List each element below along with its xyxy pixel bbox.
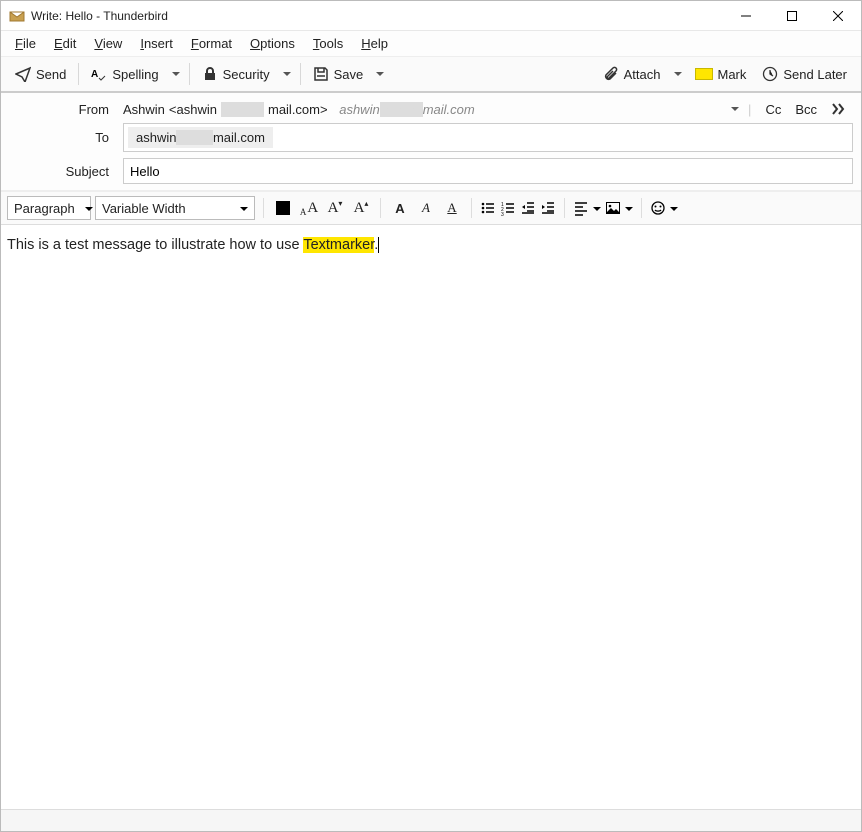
save-label: Save [334,67,364,82]
highlight-swatch-icon [695,68,713,80]
font-size-reset-button[interactable]: AA [298,197,320,219]
attach-label: Attach [624,67,661,82]
app-icon [9,8,25,24]
menu-edit[interactable]: Edit [46,33,84,54]
highlighted-text: Textmarker [303,237,374,253]
mark-button[interactable]: Mark [687,63,755,86]
to-field[interactable]: ashwinxxxxxmail.com [123,123,853,152]
send-label: Send [36,67,66,82]
underline-button[interactable]: A [441,197,463,219]
subject-label: Subject [9,164,115,179]
menu-tools[interactable]: Tools [305,33,351,54]
insert-image-button[interactable] [605,200,621,216]
spelling-dropdown[interactable] [167,70,185,78]
window-title: Write: Hello - Thunderbird [31,9,168,23]
menu-view[interactable]: View [86,33,130,54]
number-list-button[interactable]: 123 [500,200,516,216]
font-family-select[interactable]: Variable Width [95,196,255,220]
menubar: File Edit View Insert Format Options Too… [1,31,861,57]
paperclip-icon [603,66,619,82]
more-recipients-icon[interactable] [831,101,847,117]
minimize-button[interactable] [723,1,769,31]
color-swatch-icon [276,201,290,215]
svg-text:3: 3 [501,212,504,216]
save-dropdown[interactable] [371,70,389,78]
save-icon [313,66,329,82]
to-chip[interactable]: ashwinxxxxxmail.com [128,127,273,148]
close-button[interactable] [815,1,861,31]
message-body[interactable]: This is a test message to illustrate how… [1,225,861,809]
main-toolbar: Send A Spelling Security Save Attach Mar… [1,57,861,93]
text-color-button[interactable] [272,197,294,219]
spelling-label: Spelling [112,67,158,82]
send-button[interactable]: Send [7,62,74,86]
menu-options[interactable]: Options [242,33,303,54]
indent-button[interactable] [540,200,556,216]
emoji-button[interactable] [650,200,666,216]
subject-input[interactable] [123,158,853,184]
from-value[interactable]: Ashwin <ashwinxxxxxxmail.com> ashwinxxxx… [123,101,853,117]
security-label: Security [223,67,270,82]
bullet-list-button[interactable] [480,200,496,216]
align-dropdown[interactable] [593,201,601,216]
font-size-decrease-button[interactable]: A▾ [324,197,346,219]
clock-icon [762,66,778,82]
format-toolbar: Paragraph Variable Width AA A▾ A▴ A A A … [1,191,861,225]
status-bar [1,809,861,831]
attach-dropdown[interactable] [669,70,687,78]
svg-text:A: A [91,69,98,80]
send-later-label: Send Later [783,67,847,82]
lock-icon [202,66,218,82]
to-label: To [9,130,115,145]
send-later-button[interactable]: Send Later [754,62,855,86]
paragraph-style-select[interactable]: Paragraph [7,196,91,220]
align-button[interactable] [573,200,589,216]
save-button[interactable]: Save [305,62,372,86]
insert-image-dropdown[interactable] [625,201,633,216]
security-button[interactable]: Security [194,62,278,86]
from-label: From [9,102,115,117]
outdent-button[interactable] [520,200,536,216]
maximize-button[interactable] [769,1,815,31]
italic-button[interactable]: A [415,197,437,219]
cc-button[interactable]: Cc [765,102,781,117]
emoji-dropdown[interactable] [670,201,678,216]
titlebar: Write: Hello - Thunderbird [1,1,861,31]
bcc-button[interactable]: Bcc [795,102,817,117]
security-dropdown[interactable] [278,70,296,78]
mark-label: Mark [718,67,747,82]
bold-button[interactable]: A [389,197,411,219]
send-icon [15,66,31,82]
menu-help[interactable]: Help [353,33,396,54]
from-dropdown[interactable] [726,105,744,113]
spelling-icon: A [91,66,107,82]
font-size-increase-button[interactable]: A▴ [350,197,372,219]
spelling-button[interactable]: A Spelling [83,62,166,86]
menu-file[interactable]: File [7,33,44,54]
attach-button[interactable]: Attach [595,62,669,86]
menu-format[interactable]: Format [183,33,240,54]
menu-insert[interactable]: Insert [132,33,181,54]
header-fields: From Ashwin <ashwinxxxxxxmail.com> ashwi… [1,93,861,191]
